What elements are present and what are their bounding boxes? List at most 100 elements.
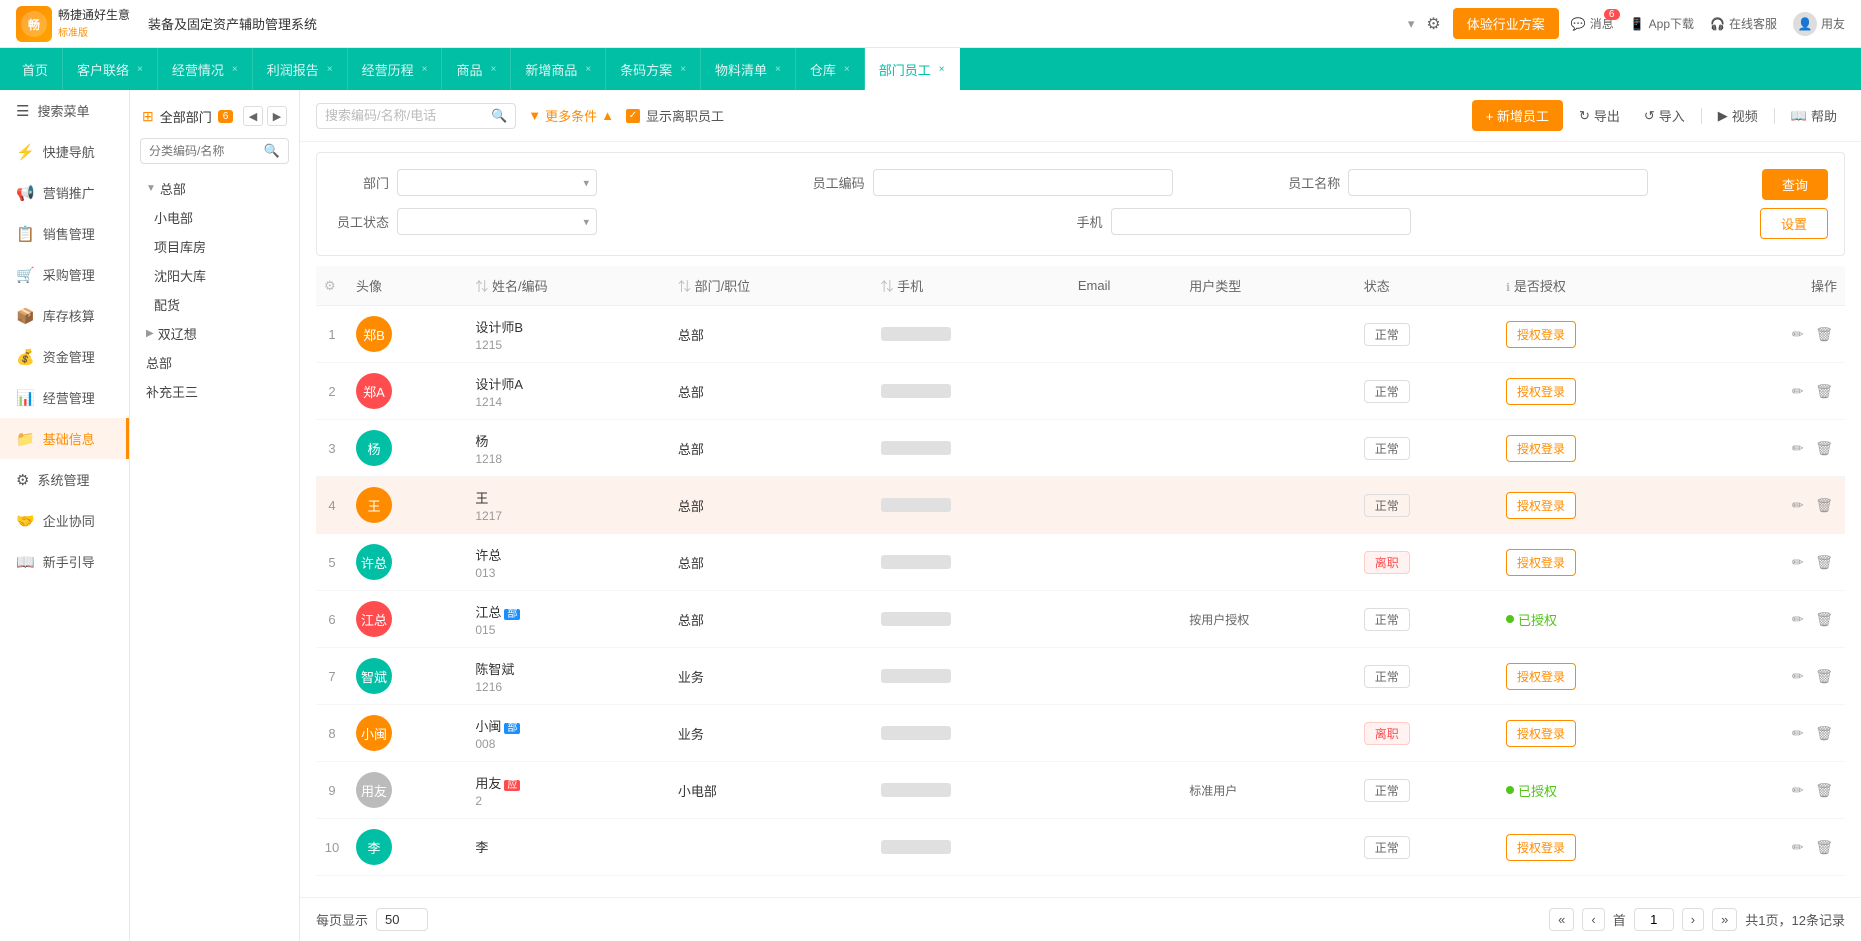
tab-newgoods[interactable]: 新增商品 × — [511, 48, 606, 90]
prev-page-btn[interactable]: ‹ — [1582, 908, 1604, 931]
edit-button[interactable]: ✏ — [1788, 438, 1808, 458]
edit-button[interactable]: ✏ — [1788, 324, 1808, 344]
tab-close-operation[interactable]: × — [232, 64, 238, 75]
auth-login-button[interactable]: 授权登录 — [1506, 663, 1576, 690]
tab-process[interactable]: 经营历程 × — [348, 48, 443, 90]
dept-item-project[interactable]: 项目库房 — [130, 232, 299, 261]
page-size-select[interactable]: 50 100 — [376, 908, 428, 931]
sidebar-item-operation[interactable]: 📊 经营管理 — [0, 377, 129, 418]
dept-expand-btn[interactable]: ◀ — [243, 106, 263, 126]
tab-home[interactable]: 首页 — [8, 48, 63, 90]
emp-code-input[interactable] — [873, 169, 1173, 196]
dept-item-shenyang[interactable]: 沈阳大库 — [130, 261, 299, 290]
dept-collapse-btn[interactable]: ▶ — [267, 106, 287, 126]
auth-login-button[interactable]: 授权登录 — [1506, 321, 1576, 348]
delete-button[interactable]: 🗑 — [1811, 495, 1837, 515]
th-name[interactable]: ⇅ 姓名/编码 — [467, 266, 670, 306]
dept-item-xiaodian[interactable]: 小电部 — [130, 203, 299, 232]
tab-close-materials[interactable]: × — [775, 64, 781, 75]
sidebar-item-marketing[interactable]: 📢 营销推广 — [0, 172, 129, 213]
last-page-btn[interactable]: » — [1712, 908, 1737, 931]
sidebar-item-search[interactable]: ☰ 搜索菜单 — [0, 90, 129, 131]
nav-dropdown-btn[interactable]: ▾ — [1408, 16, 1415, 32]
tab-profit[interactable]: 利润报告 × — [253, 48, 348, 90]
sidebar-item-finance[interactable]: 💰 资金管理 — [0, 336, 129, 377]
delete-button[interactable]: 🗑 — [1811, 723, 1837, 743]
delete-button[interactable]: 🗑 — [1811, 609, 1837, 629]
dept-search-input[interactable] — [149, 144, 258, 158]
sidebar-item-basic[interactable]: 📁 基础信息 — [0, 418, 129, 459]
add-employee-button[interactable]: + 新增员工 — [1472, 100, 1563, 131]
th-phone[interactable]: ⇅ 手机 — [873, 266, 1070, 306]
edit-button[interactable]: ✏ — [1788, 780, 1808, 800]
tab-operation[interactable]: 经营情况 × — [158, 48, 253, 90]
tab-materials[interactable]: 物料清单 × — [701, 48, 796, 90]
edit-button[interactable]: ✏ — [1788, 666, 1808, 686]
user-btn[interactable]: 👤 用友 — [1793, 12, 1845, 36]
tab-close-goods[interactable]: × — [490, 64, 496, 75]
search-icon[interactable]: 🔍 — [491, 108, 507, 124]
view-btn[interactable]: ▶ 视频 — [1710, 102, 1766, 129]
th-dept[interactable]: ⇅ 部门/职位 — [670, 266, 873, 306]
auth-login-button[interactable]: 授权登录 — [1506, 378, 1576, 405]
filter-more-btn[interactable]: ▼ 更多条件 ▲ — [528, 106, 614, 125]
first-page-btn[interactable]: « — [1549, 908, 1574, 931]
auth-login-button[interactable]: 授权登录 — [1506, 834, 1576, 861]
set-button[interactable]: 设置 — [1760, 208, 1828, 239]
dept-item-buchong[interactable]: 补充王三 — [130, 377, 299, 406]
sidebar-item-sales[interactable]: 📋 销售管理 — [0, 213, 129, 254]
message-btn[interactable]: 💬 消息 6 — [1571, 15, 1614, 32]
sidebar-item-purchase[interactable]: 🛒 采购管理 — [0, 254, 129, 295]
edit-button[interactable]: ✏ — [1788, 381, 1808, 401]
dept-item-distribution[interactable]: 配货 — [130, 290, 299, 319]
edit-button[interactable]: ✏ — [1788, 723, 1808, 743]
show-ex-employees[interactable]: 显示离职员工 — [626, 106, 724, 125]
edit-button[interactable]: ✏ — [1788, 552, 1808, 572]
trial-button[interactable]: 体验行业方案 — [1453, 8, 1559, 39]
app-download-btn[interactable]: 📱 App下载 — [1630, 15, 1694, 32]
tab-close-process[interactable]: × — [422, 64, 428, 75]
edit-button[interactable]: ✏ — [1788, 837, 1808, 857]
online-service-btn[interactable]: 🎧 在线客服 — [1710, 15, 1777, 32]
emp-name-input[interactable] — [1348, 169, 1648, 196]
delete-button[interactable]: 🗑 — [1811, 438, 1837, 458]
tab-goods[interactable]: 商品 × — [442, 48, 511, 90]
tab-customer[interactable]: 客户联络 × — [63, 48, 158, 90]
auth-login-button[interactable]: 授权登录 — [1506, 435, 1576, 462]
sidebar-item-cooperation[interactable]: 🤝 企业协同 — [0, 500, 129, 541]
tab-barcode[interactable]: 条码方案 × — [606, 48, 701, 90]
dept-item-head[interactable]: ▼ 总部 — [130, 174, 299, 203]
phone-input[interactable] — [1111, 208, 1411, 235]
sidebar-item-inventory[interactable]: 📦 库存核算 — [0, 295, 129, 336]
delete-button[interactable]: 🗑 — [1811, 324, 1837, 344]
help-btn[interactable]: 📖 帮助 — [1783, 102, 1845, 129]
dept-item-shuangliao[interactable]: ▶ 双辽想 — [130, 319, 299, 348]
settings-icon[interactable]: ⚙ — [324, 278, 336, 293]
page-input[interactable] — [1634, 908, 1674, 931]
delete-button[interactable]: 🗑 — [1811, 666, 1837, 686]
query-button[interactable]: 查询 — [1762, 169, 1828, 200]
import-btn[interactable]: ↺ 导入 — [1636, 102, 1693, 129]
tab-close-employee[interactable]: × — [939, 64, 945, 75]
auth-login-button[interactable]: 授权登录 — [1506, 549, 1576, 576]
delete-button[interactable]: 🗑 — [1811, 552, 1837, 572]
delete-button[interactable]: 🗑 — [1811, 381, 1837, 401]
sidebar-item-nav[interactable]: ⚡ 快捷导航 — [0, 131, 129, 172]
settings-icon[interactable]: ⚙ — [1426, 14, 1440, 34]
delete-button[interactable]: 🗑 — [1811, 780, 1837, 800]
tab-close-customer[interactable]: × — [137, 64, 143, 75]
sidebar-item-system[interactable]: ⚙ 系统管理 — [0, 459, 129, 500]
dept-select[interactable] — [397, 169, 597, 196]
show-ex-checkbox[interactable] — [626, 109, 640, 123]
dept-search-icon[interactable]: 🔍 — [264, 143, 280, 159]
sidebar-item-guide[interactable]: 📖 新手引导 — [0, 541, 129, 582]
edit-button[interactable]: ✏ — [1788, 609, 1808, 629]
status-select[interactable] — [397, 208, 597, 235]
auth-login-button[interactable]: 授权登录 — [1506, 492, 1576, 519]
tab-close-newgoods[interactable]: × — [585, 64, 591, 75]
tab-close-profit[interactable]: × — [327, 64, 333, 75]
tab-close-barcode[interactable]: × — [680, 64, 686, 75]
next-page-btn[interactable]: › — [1682, 908, 1704, 931]
search-input[interactable] — [325, 108, 485, 123]
auth-login-button[interactable]: 授权登录 — [1506, 720, 1576, 747]
